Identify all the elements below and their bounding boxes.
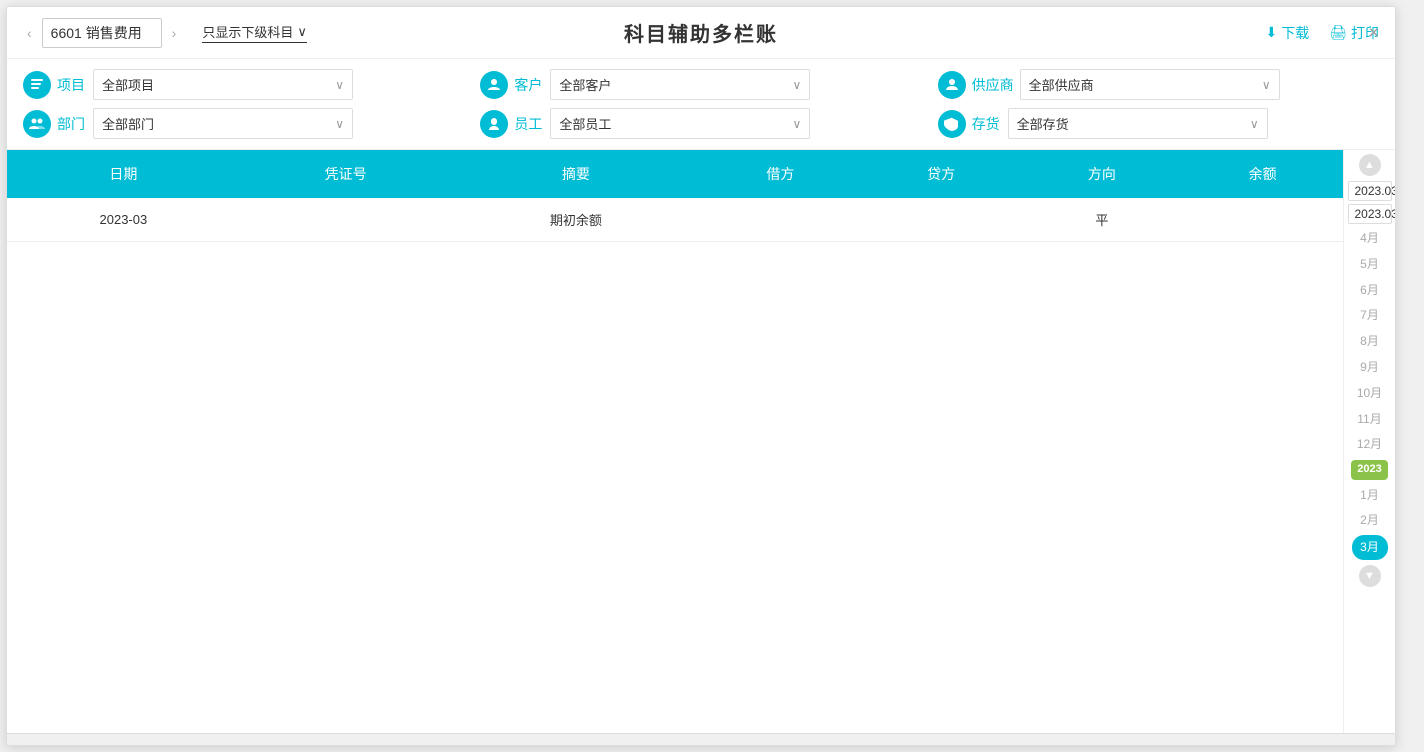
project-label: 项目 [57, 75, 87, 95]
supplier-select[interactable]: 全部供应商 ∨ [1020, 69, 1280, 100]
bottom-scrollbar[interactable] [7, 733, 1395, 745]
ledger-table: 日期 凭证号 摘要 借方 贷方 方向 余额 2023-03 期初余额 平 [7, 150, 1343, 242]
timeline-items: 2023.032023.034月5月6月7月8月9月10月11月12月20231… [1344, 180, 1395, 561]
supplier-select-arrow: ∨ [1262, 78, 1271, 92]
timeline-item[interactable]: 2023.03 [1348, 181, 1392, 201]
table-row: 2023-03 期初余额 平 [7, 198, 1343, 242]
inventory-select-arrow: ∨ [1250, 117, 1259, 131]
department-icon [23, 110, 51, 138]
cell-balance [1182, 198, 1343, 242]
nav-next-button[interactable]: › [168, 23, 181, 43]
employee-label: 员工 [514, 114, 544, 134]
timeline-item[interactable]: 6月 [1344, 278, 1395, 303]
table-body: 2023-03 期初余额 平 [7, 198, 1343, 242]
cell-date: 2023-03 [7, 198, 240, 242]
timeline-item[interactable]: 5月 [1344, 252, 1395, 277]
filter-row-2: 部门 全部部门 ∨ 员工 全部员工 ∨ 存货 [23, 108, 1379, 139]
cell-direction: 平 [1022, 198, 1183, 242]
table-header-row: 日期 凭证号 摘要 借方 贷方 方向 余额 [7, 150, 1343, 198]
customer-select-arrow: ∨ [793, 78, 802, 92]
inventory-icon [938, 110, 966, 138]
filter-employee: 员工 全部员工 ∨ [480, 108, 921, 139]
supplier-label: 供应商 [972, 75, 1014, 95]
col-debit: 借方 [700, 150, 861, 198]
cell-voucher [240, 198, 452, 242]
col-date: 日期 [7, 150, 240, 198]
download-label: 下载 [1281, 23, 1309, 43]
action-buttons: ⬇ 下载 🖨 打印 × [1265, 23, 1379, 43]
inventory-value: 全部存货 [1017, 114, 1069, 133]
project-select-arrow: ∨ [335, 78, 344, 92]
table-content: 日期 凭证号 摘要 借方 贷方 方向 余额 2023-03 期初余额 平 [7, 150, 1343, 733]
show-sub-toggle[interactable]: 只显示下级科目 ∨ [202, 22, 307, 43]
nav-area: ‹ 6601 销售费用 › 只显示下级科目 ∨ [23, 18, 307, 48]
col-summary: 摘要 [452, 150, 700, 198]
project-select[interactable]: 全部项目 ∨ [93, 69, 353, 100]
close-button[interactable]: × [1368, 22, 1379, 43]
inventory-label: 存货 [972, 114, 1002, 134]
show-sub-label: 只显示下级科目 [202, 22, 293, 41]
filter-area: 项目 全部项目 ∨ 客户 全部客户 ∨ 供应 [7, 59, 1395, 150]
page-title: 科目辅助多栏账 [624, 18, 778, 47]
timeline-down-button[interactable]: ▼ [1359, 565, 1381, 587]
col-balance: 余额 [1182, 150, 1343, 198]
department-value: 全部部门 [102, 114, 154, 133]
timeline-item[interactable]: 9月 [1344, 355, 1395, 380]
supplier-value: 全部供应商 [1029, 75, 1094, 94]
download-icon: ⬇ [1265, 24, 1277, 41]
top-bar: ‹ 6601 销售费用 › 只显示下级科目 ∨ 科目辅助多栏账 ⬇ 下载 🖨 打… [7, 7, 1395, 59]
timeline-item[interactable]: 4月 [1344, 226, 1395, 251]
inventory-select[interactable]: 全部存货 ∨ [1008, 108, 1268, 139]
filter-inventory: 存货 全部存货 ∨ [938, 108, 1379, 139]
customer-value: 全部客户 [559, 75, 611, 94]
col-credit: 贷方 [861, 150, 1022, 198]
customer-label: 客户 [514, 75, 544, 95]
filter-customer: 客户 全部客户 ∨ [480, 69, 921, 100]
timeline-item[interactable]: 2月 [1344, 508, 1395, 533]
col-voucher: 凭证号 [240, 150, 452, 198]
employee-icon [480, 110, 508, 138]
project-icon [23, 71, 51, 99]
timeline-item[interactable]: 12月 [1344, 432, 1395, 457]
show-sub-arrow-icon: ∨ [297, 24, 307, 40]
employee-value: 全部员工 [559, 114, 611, 133]
print-icon: 🖨 [1329, 24, 1347, 41]
timeline-item[interactable]: 2023.03 [1348, 204, 1392, 224]
nav-prev-button[interactable]: ‹ [23, 23, 36, 43]
account-code-display: 6601 销售费用 [42, 18, 162, 48]
timeline-panel: ▲ 2023.032023.034月5月6月7月8月9月10月11月12月202… [1343, 150, 1395, 733]
cell-credit [861, 198, 1022, 242]
project-value: 全部项目 [102, 75, 154, 94]
filter-row-1: 项目 全部项目 ∨ 客户 全部客户 ∨ 供应 [23, 69, 1379, 100]
filter-project: 项目 全部项目 ∨ [23, 69, 464, 100]
filter-supplier: 供应商 全部供应商 ∨ [938, 69, 1379, 100]
timeline-item[interactable]: 1月 [1344, 483, 1395, 508]
cell-summary: 期初余额 [452, 198, 700, 242]
timeline-item[interactable]: 11月 [1344, 407, 1395, 432]
department-label: 部门 [57, 114, 87, 134]
filter-department: 部门 全部部门 ∨ [23, 108, 464, 139]
timeline-item[interactable]: 7月 [1344, 303, 1395, 328]
download-button[interactable]: ⬇ 下载 [1265, 23, 1309, 43]
timeline-up-button[interactable]: ▲ [1359, 154, 1381, 176]
col-direction: 方向 [1022, 150, 1183, 198]
supplier-icon [938, 71, 966, 99]
table-wrapper: 日期 凭证号 摘要 借方 贷方 方向 余额 2023-03 期初余额 平 [7, 150, 1395, 733]
customer-icon [480, 71, 508, 99]
customer-select[interactable]: 全部客户 ∨ [550, 69, 810, 100]
employee-select[interactable]: 全部员工 ∨ [550, 108, 810, 139]
timeline-item[interactable]: 2023 [1351, 460, 1387, 479]
department-select-arrow: ∨ [335, 117, 344, 131]
main-container: ‹ 6601 销售费用 › 只显示下级科目 ∨ 科目辅助多栏账 ⬇ 下载 🖨 打… [6, 6, 1396, 746]
timeline-item[interactable]: 10月 [1344, 381, 1395, 406]
timeline-item[interactable]: 3月 [1352, 535, 1388, 560]
cell-debit [700, 198, 861, 242]
department-select[interactable]: 全部部门 ∨ [93, 108, 353, 139]
employee-select-arrow: ∨ [793, 117, 802, 131]
timeline-item[interactable]: 8月 [1344, 329, 1395, 354]
